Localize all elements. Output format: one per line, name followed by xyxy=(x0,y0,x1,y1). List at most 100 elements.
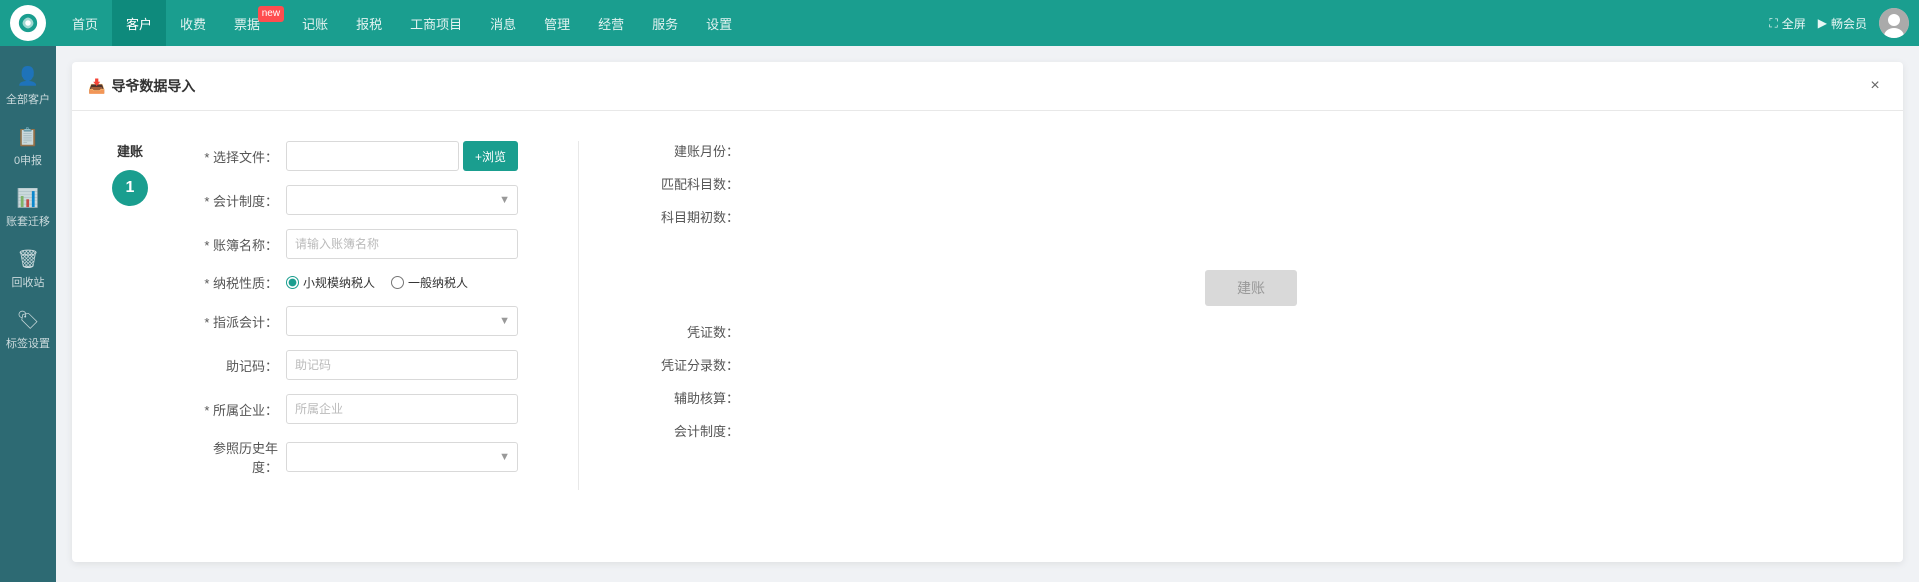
sidebar-item-label: 标签设置 xyxy=(6,335,50,351)
info-row-init: 科目期初数： xyxy=(639,207,1863,226)
form-divider xyxy=(578,141,579,490)
declaration-icon: 📋 xyxy=(17,127,39,148)
sidebar-item-tag-settings[interactable]: 🏷 标签设置 xyxy=(0,300,56,361)
memo-label: 助记码： xyxy=(188,356,278,375)
info-row-assist: 辅助核算： xyxy=(639,388,1863,407)
form-right-fields: 建账月份： 匹配科目数： 科目期初数： 建账 xyxy=(639,141,1863,490)
form-row-file: * 选择文件： +浏览 xyxy=(188,141,518,171)
step-label: 建账 xyxy=(117,141,143,160)
recycle-icon: 🗑 xyxy=(17,249,40,270)
tag-icon: 🏷 xyxy=(17,310,40,331)
tax-general-label[interactable]: 一般纳税人 xyxy=(391,274,468,291)
form-row-memo: 助记码： xyxy=(188,350,518,380)
form-row-company: * 所属企业： xyxy=(188,394,518,424)
layout: 👤 全部客户 📋 0申报 📊 账套迁移 🗑 回收站 🏷 标签设置 📥 导爷 xyxy=(0,46,1919,582)
nav-service[interactable]: 服务 xyxy=(638,0,692,46)
nav-invoice[interactable]: 票据 new xyxy=(220,0,288,46)
accountant-label: * 指派会计： xyxy=(188,312,278,331)
play-icon: ▶ xyxy=(1818,16,1827,30)
nav-message[interactable]: 消息 xyxy=(476,0,530,46)
step-number: 1 xyxy=(112,170,148,206)
form-row-accountant: * 指派会计： ▼ xyxy=(188,306,518,336)
close-button[interactable]: × xyxy=(1863,74,1887,98)
form-row-tax: * 纳税性质： 小规模纳税人 一般纳税人 xyxy=(188,273,518,292)
tax-radio-group: 小规模纳税人 一般纳税人 xyxy=(286,274,518,291)
match-subject-label: 匹配科目数： xyxy=(639,174,739,193)
fullscreen-btn[interactable]: ⛶ 全屏 xyxy=(1769,15,1805,32)
nav-operation[interactable]: 经营 xyxy=(584,0,638,46)
form-container: 建账 1 * 选择文件： +浏览 xyxy=(72,111,1903,520)
panel-header: 📥 导爷数据导入 × xyxy=(72,62,1903,111)
history-select[interactable] xyxy=(286,442,518,472)
subject-init-label: 科目期初数： xyxy=(639,207,739,226)
history-label: 参照历史年度： xyxy=(188,438,278,476)
sidebar-item-account-migration[interactable]: 📊 账套迁移 xyxy=(0,178,56,239)
sidebar-item-label: 账套迁移 xyxy=(6,213,50,229)
nav-business[interactable]: 工商项目 xyxy=(396,0,476,46)
tax-small-label[interactable]: 小规模纳税人 xyxy=(286,274,375,291)
nav-home[interactable]: 首页 xyxy=(58,0,112,46)
top-nav: 首页 客户 收费 票据 new 记账 报税 工商项目 消息 管理 经营 服务 设… xyxy=(0,0,1919,46)
member-btn[interactable]: ▶ 畅会员 xyxy=(1818,15,1867,32)
accounting2-label: 会计制度： xyxy=(639,421,739,440)
file-input[interactable] xyxy=(286,141,459,171)
sidebar-item-label: 回收站 xyxy=(12,274,45,290)
info-row-accounting2: 会计制度： xyxy=(639,421,1863,440)
sidebar: 👤 全部客户 📋 0申报 📊 账套迁移 🗑 回收站 🏷 标签设置 xyxy=(0,46,56,582)
nav-right: ⛶ 全屏 ▶ 畅会员 xyxy=(1769,8,1909,38)
build-account-button[interactable]: 建账 xyxy=(1205,270,1297,306)
new-badge: new xyxy=(258,6,284,22)
panel-title: 📥 导爷数据导入 xyxy=(88,76,195,96)
accounting-select[interactable] xyxy=(286,185,518,215)
form-row-accounting: * 会计制度： ▼ xyxy=(188,185,518,215)
nav-fee[interactable]: 收费 xyxy=(166,0,220,46)
info-row-match: 匹配科目数： xyxy=(639,174,1863,193)
company-input[interactable] xyxy=(286,394,518,424)
avatar[interactable] xyxy=(1879,8,1909,38)
voucher-record-label: 凭证分录数： xyxy=(639,355,739,374)
info-row-voucher: 凭证数： xyxy=(639,322,1863,341)
tax-small-radio[interactable] xyxy=(286,276,299,289)
import-icon: 📥 xyxy=(88,78,105,95)
build-month-label: 建账月份： xyxy=(639,141,739,160)
ledger-label: * 账簿名称： xyxy=(188,235,278,254)
file-label: * 选择文件： xyxy=(188,147,278,166)
company-label: * 所属企业： xyxy=(188,400,278,419)
file-input-wrap: +浏览 xyxy=(286,141,518,171)
form-row-ledger: * 账簿名称： xyxy=(188,229,518,259)
sidebar-item-recycle[interactable]: 🗑 回收站 xyxy=(0,239,56,300)
migration-icon: 📊 xyxy=(17,188,39,209)
logo[interactable] xyxy=(10,5,46,41)
nav-customer[interactable]: 客户 xyxy=(112,0,166,46)
browse-button[interactable]: +浏览 xyxy=(463,141,518,171)
info-row-month: 建账月份： xyxy=(639,141,1863,160)
main-content: 📥 导爷数据导入 × 建账 1 * 选择文件： xyxy=(56,46,1919,582)
nav-manage[interactable]: 管理 xyxy=(530,0,584,46)
form-row-history: 参照历史年度： ▼ xyxy=(188,438,518,476)
ledger-name-input[interactable] xyxy=(286,229,518,259)
tax-general-text: 一般纳税人 xyxy=(408,274,468,291)
panel: 📥 导爷数据导入 × 建账 1 * 选择文件： xyxy=(72,62,1903,562)
tax-small-text: 小规模纳税人 xyxy=(303,274,375,291)
voucher-label: 凭证数： xyxy=(639,322,739,341)
tax-label: * 纳税性质： xyxy=(188,273,278,292)
nav-bookkeeping[interactable]: 记账 xyxy=(288,0,342,46)
nav-settings[interactable]: 设置 xyxy=(692,0,746,46)
customers-icon: 👤 xyxy=(17,66,39,87)
sidebar-item-label: 全部客户 xyxy=(6,91,50,107)
sidebar-item-zero-declaration[interactable]: 📋 0申报 xyxy=(0,117,56,178)
nav-tax[interactable]: 报税 xyxy=(342,0,396,46)
info-row-voucher-record: 凭证分录数： xyxy=(639,355,1863,374)
sidebar-item-label: 0申报 xyxy=(14,152,42,168)
history-select-wrapper: ▼ xyxy=(286,442,518,472)
assist-label: 辅助核算： xyxy=(639,388,739,407)
form-step: 建账 1 xyxy=(112,141,148,490)
accountant-select[interactable] xyxy=(286,306,518,336)
tax-general-radio[interactable] xyxy=(391,276,404,289)
accountant-select-wrapper: ▼ xyxy=(286,306,518,336)
sidebar-item-all-customers[interactable]: 👤 全部客户 xyxy=(0,56,56,117)
memo-input[interactable] xyxy=(286,350,518,380)
nav-items: 首页 客户 收费 票据 new 记账 报税 工商项目 消息 管理 经营 服务 设… xyxy=(58,0,1769,46)
fullscreen-icon: ⛶ xyxy=(1769,16,1777,31)
accounting-label: * 会计制度： xyxy=(188,191,278,210)
